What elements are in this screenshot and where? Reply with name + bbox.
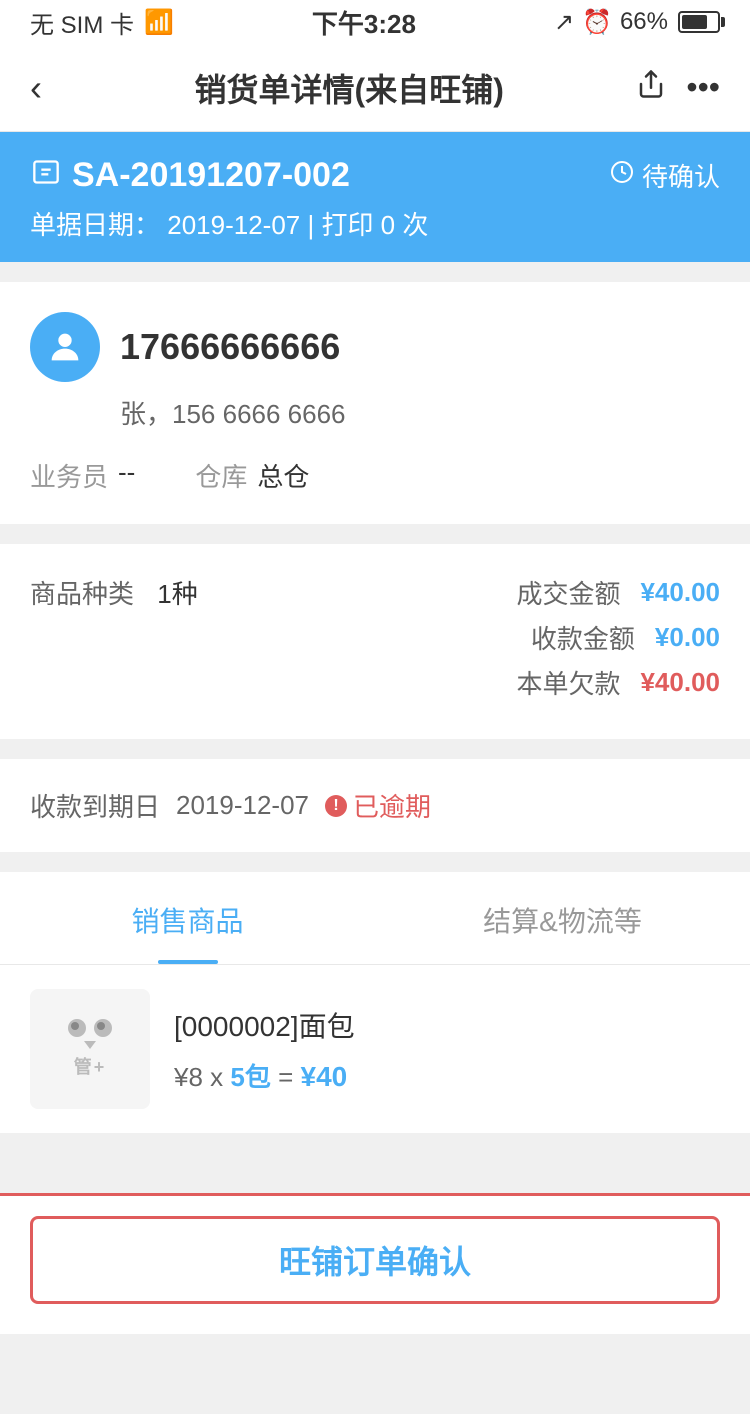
order-header: SA-20191207-002 待确认 单据日期： 2019-12-07 | 打… — [0, 132, 750, 262]
overdue-icon: ! — [325, 795, 347, 817]
customer-meta: 业务员 -- 仓库 总仓 — [30, 447, 720, 494]
product-type-label: 商品种类 — [30, 579, 134, 609]
tabs-section: 销售商品 结算&物流等 管+ [0000002]面包 ¥8 — [0, 872, 750, 1134]
nav-bar: ‹ 销货单详情(来自旺铺) ••• — [0, 44, 750, 132]
customer-name-alt: 张，156 6666 6666 — [120, 394, 720, 431]
clock-icon — [610, 160, 634, 191]
product-type-row: 商品种类 1种 — [30, 574, 198, 611]
owl-eye-right — [94, 1019, 112, 1037]
price-unit: ¥8 — [174, 1062, 203, 1092]
customer-phone: 17666666666 — [120, 326, 340, 368]
table-row: 管+ [0000002]面包 ¥8 x 5包 = ¥40 — [0, 965, 750, 1134]
owed-row: 本单欠款 ¥40.00 — [516, 664, 720, 701]
overdue-badge: ! 已逾期 — [325, 787, 431, 824]
salesperson-label: 业务员 — [30, 457, 108, 494]
warehouse-value: 总仓 — [257, 457, 309, 494]
salesperson-value: -- — [118, 457, 135, 494]
status-left: 无 SIM 卡 📶 — [30, 5, 174, 40]
equals-sign: = — [278, 1062, 293, 1092]
order-date: 单据日期： 2019-12-07 | 打印 0 次 — [30, 205, 720, 242]
owl-text: 管+ — [74, 1053, 107, 1079]
warehouse-info: 仓库 总仓 — [195, 457, 309, 494]
customer-top: 17666666666 — [30, 312, 720, 382]
multiply-sign: x — [210, 1062, 223, 1092]
amounts-left: 商品种类 1种 — [30, 574, 198, 615]
order-header-top: SA-20191207-002 待确认 — [30, 156, 720, 195]
battery-icon — [678, 11, 720, 33]
back-button[interactable]: ‹ — [30, 67, 62, 109]
transaction-row: 成交金额 ¥40.00 — [516, 574, 720, 611]
transaction-label: 成交金额 — [516, 574, 620, 611]
status-bar: 无 SIM 卡 📶 下午3:28 ↗ ⏰ 66% — [0, 0, 750, 44]
collected-row: 收款金额 ¥0.00 — [516, 619, 720, 656]
owl-eye-left — [68, 1019, 86, 1037]
order-number: SA-20191207-002 — [30, 156, 350, 195]
status-text: 待确认 — [642, 157, 720, 194]
customer-avatar — [30, 312, 100, 382]
confirm-order-button[interactable]: 旺铺订单确认 — [30, 1216, 720, 1304]
product-type-value: 1种 — [157, 579, 197, 609]
status-time: 下午3:28 — [312, 4, 416, 41]
owl-beak — [84, 1041, 96, 1049]
owed-label: 本单欠款 — [516, 664, 620, 701]
product-total: ¥40 — [301, 1061, 348, 1092]
amounts-section: 商品种类 1种 成交金额 ¥40.00 收款金额 ¥0.00 本单欠款 ¥40.… — [0, 544, 750, 739]
transaction-value: ¥40.00 — [640, 577, 720, 608]
due-date-section: 收款到期日 2019-12-07 ! 已逾期 — [0, 759, 750, 852]
tab-settlement[interactable]: 结算&物流等 — [375, 872, 750, 964]
product-name: [0000002]面包 — [174, 1005, 720, 1045]
bottom-bar: 旺铺订单确认 — [0, 1193, 750, 1334]
alarm-icon: ⏰ — [582, 8, 612, 37]
wifi-icon: 📶 — [144, 8, 174, 37]
product-thumbnail: 管+ — [30, 989, 150, 1109]
product-thumb-inner: 管+ — [68, 1019, 112, 1079]
product-list: 管+ [0000002]面包 ¥8 x 5包 = ¥40 — [0, 965, 750, 1134]
product-price: ¥8 x 5包 = ¥40 — [174, 1057, 720, 1094]
owl-eyes — [68, 1019, 112, 1037]
overdue-text: 已逾期 — [353, 787, 431, 824]
battery-percent: 66% — [620, 8, 668, 36]
nav-actions: ••• — [636, 69, 720, 107]
page-title: 销货单详情(来自旺铺) — [62, 65, 636, 111]
owed-value: ¥40.00 — [640, 667, 720, 698]
warehouse-label: 仓库 — [195, 457, 247, 494]
salesperson-info: 业务员 -- — [30, 457, 135, 494]
product-qty: 5包 — [230, 1062, 270, 1092]
tabs-header: 销售商品 结算&物流等 — [0, 872, 750, 965]
tab-sales-goods[interactable]: 销售商品 — [0, 872, 375, 964]
order-icon — [30, 156, 62, 195]
collected-value: ¥0.00 — [655, 622, 720, 653]
due-date-value: 2019-12-07 — [176, 790, 309, 821]
more-button[interactable]: ••• — [686, 69, 720, 106]
carrier-label: 无 SIM 卡 — [30, 5, 134, 40]
due-date-label: 收款到期日 — [30, 787, 160, 824]
location-icon: ↗ — [554, 8, 574, 37]
collected-label: 收款金额 — [531, 619, 635, 656]
amounts-right: 成交金额 ¥40.00 收款金额 ¥0.00 本单欠款 ¥40.00 — [516, 574, 720, 709]
status-right: ↗ ⏰ 66% — [554, 8, 720, 37]
customer-card: 17666666666 张，156 6666 6666 业务员 -- 仓库 总仓 — [0, 282, 750, 524]
order-status: 待确认 — [610, 157, 720, 194]
product-info: [0000002]面包 ¥8 x 5包 = ¥40 — [174, 1005, 720, 1094]
share-button[interactable] — [636, 69, 666, 107]
